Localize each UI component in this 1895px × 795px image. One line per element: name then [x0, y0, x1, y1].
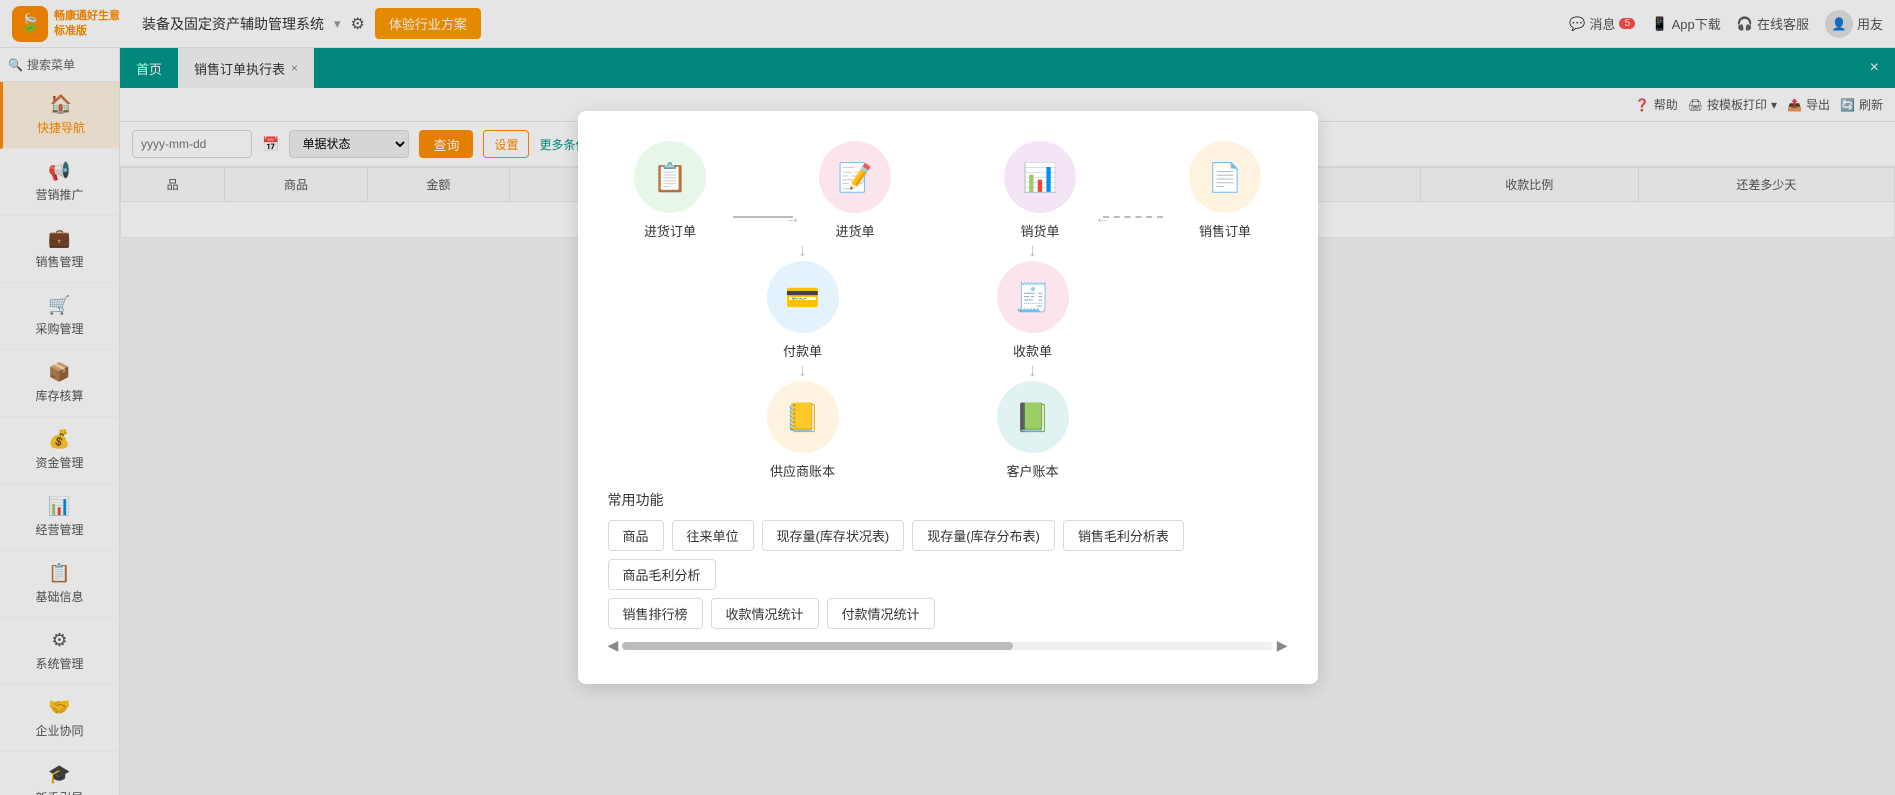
func-btn-stock-dist[interactable]: 现存量(库存分布表): [912, 520, 1055, 551]
flow-node-supplier-ledger[interactable]: 📒 供应商账本: [738, 381, 868, 480]
flow-node-customer-ledger[interactable]: 📗 客户账本: [968, 381, 1098, 480]
func-btn-sales-gross[interactable]: 销售毛利分析表: [1063, 520, 1184, 551]
customer-ledger-icon: 📗: [997, 381, 1069, 453]
flow-node-sales-bill[interactable]: 📊 销货单: [978, 141, 1103, 240]
modal-overlay: 📋 进货订单 → 📝 进货单: [0, 0, 1895, 795]
flow-node-purchase-bill[interactable]: 📝 进货单: [793, 141, 918, 240]
func-btn-product[interactable]: 商品: [608, 520, 664, 551]
func-buttons-row1: 商品 往来单位 现存量(库存状况表) 现存量(库存分布表) 销售毛利分析表 商品…: [608, 520, 1288, 590]
func-buttons-row2: 销售排行榜 收款情况统计 付款情况统计: [608, 598, 1288, 629]
common-functions-title: 常用功能: [608, 490, 1288, 510]
payment-icon: 💳: [767, 261, 839, 333]
flow-node-sales-order[interactable]: 📄 销售订单: [1163, 141, 1288, 240]
receipt-icon: 🧾: [997, 261, 1069, 333]
func-btn-counterpart[interactable]: 往来单位: [672, 520, 754, 551]
func-btn-payment-stats[interactable]: 付款情况统计: [827, 598, 935, 629]
purchase-bill-icon: 📝: [819, 141, 891, 213]
modal-scrollbar: ◀ ▶: [608, 637, 1288, 654]
flow-diagram: 📋 进货订单 → 📝 进货单: [608, 141, 1288, 480]
func-btn-stock-status[interactable]: 现存量(库存状况表): [762, 520, 905, 551]
func-btn-receipt-stats[interactable]: 收款情况统计: [711, 598, 819, 629]
purchase-order-icon: 📋: [634, 141, 706, 213]
flow-node-receipt[interactable]: 🧾 收款单: [968, 261, 1098, 360]
flow-node-purchase-order[interactable]: 📋 进货订单: [608, 141, 733, 240]
sales-bill-icon: 📊: [1004, 141, 1076, 213]
func-btn-product-gross[interactable]: 商品毛利分析: [608, 559, 716, 590]
scrollbar-left-arrow[interactable]: ◀: [608, 637, 619, 654]
sales-order-icon: 📄: [1189, 141, 1261, 213]
scrollbar-right-arrow[interactable]: ▶: [1277, 637, 1288, 654]
app-container: 🍃 畅康通好生意 标准版 装备及固定资产辅助管理系统 ▾ ⚙ 体验行业方案 💬 …: [0, 0, 1895, 795]
supplier-ledger-icon: 📒: [767, 381, 839, 453]
common-functions: 常用功能 商品 往来单位 现存量(库存状况表) 现存量(库存分布表) 销售毛利分…: [608, 490, 1288, 629]
func-btn-sales-rank[interactable]: 销售排行榜: [608, 598, 703, 629]
scrollbar-thumb: [622, 642, 1012, 650]
flow-node-payment[interactable]: 💳 付款单: [738, 261, 868, 360]
scrollbar-track[interactable]: [622, 642, 1272, 650]
quick-nav-modal: 📋 进货订单 → 📝 进货单: [578, 111, 1318, 684]
